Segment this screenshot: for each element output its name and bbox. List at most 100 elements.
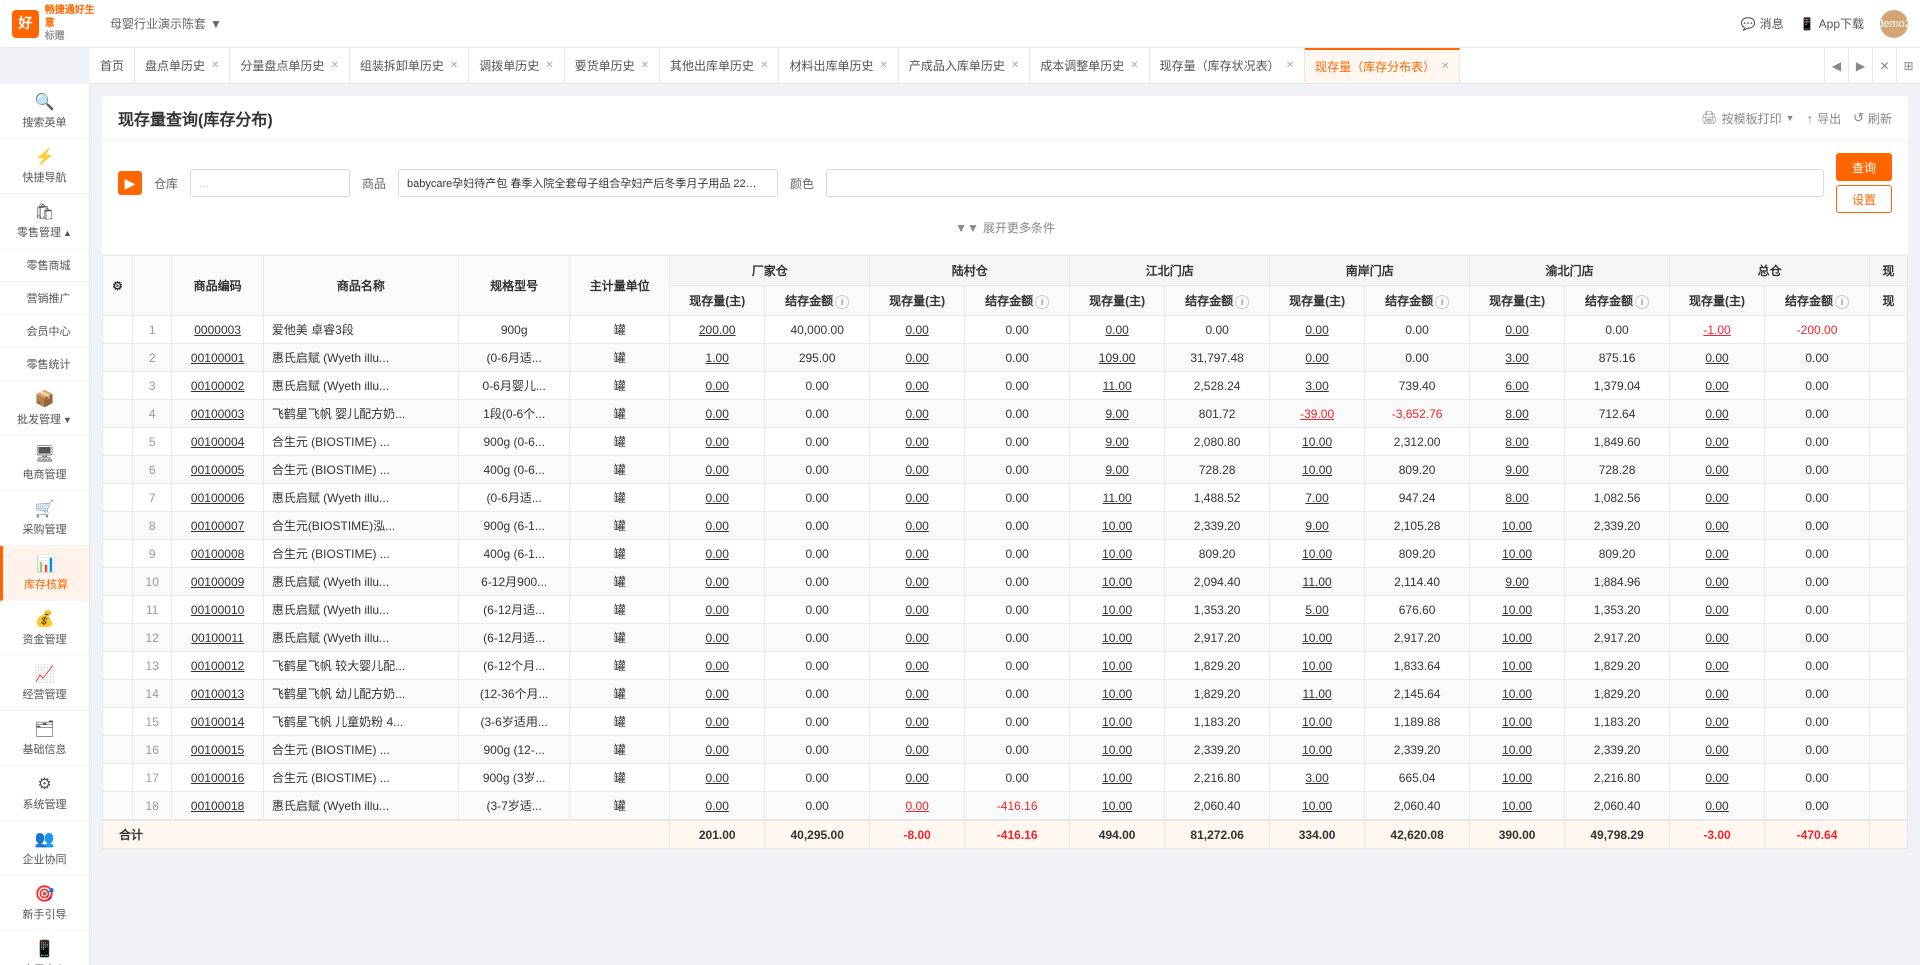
nanan-stock-cell[interactable]: 0.00 bbox=[1270, 316, 1365, 344]
sidebar-item-collab[interactable]: 👥 企业协同 bbox=[0, 821, 89, 876]
product-code-cell[interactable]: 00100008 bbox=[172, 540, 263, 568]
tab-close-icon[interactable]: ✕ bbox=[641, 60, 649, 71]
yubeimen-stock-cell[interactable]: 3.00 bbox=[1470, 344, 1565, 372]
product-code-cell[interactable]: 00100012 bbox=[172, 652, 263, 680]
message-btn[interactable]: 💬 消息 bbox=[1741, 15, 1784, 32]
filter-toggle-btn[interactable]: ▶ bbox=[118, 171, 142, 195]
total-stock-cell[interactable]: 0.00 bbox=[1670, 792, 1765, 821]
nanan-stock-cell[interactable]: 10.00 bbox=[1270, 428, 1365, 456]
tab-close-all-btn[interactable]: ✕ bbox=[1872, 48, 1896, 84]
yubeimen-stock-cell[interactable]: 10.00 bbox=[1470, 736, 1565, 764]
total-stock-cell[interactable]: 0.00 bbox=[1670, 652, 1765, 680]
product-input[interactable]: babycare孕妇待产包 春季入院全套母子组合孕妇产后冬季月子用品 22件套 … bbox=[398, 169, 778, 197]
tab-stock-dist[interactable]: 现存量（库存分布表） ✕ bbox=[1305, 48, 1460, 84]
info-icon[interactable]: i bbox=[1635, 295, 1649, 309]
yubeimen-stock-cell[interactable]: 10.00 bbox=[1470, 596, 1565, 624]
jiangbei-stock-cell[interactable]: 9.00 bbox=[1070, 456, 1165, 484]
tab-next-btn[interactable]: ▶ bbox=[1848, 48, 1872, 84]
tab-close-icon[interactable]: ✕ bbox=[211, 60, 219, 71]
yubeimen-stock-cell[interactable]: 10.00 bbox=[1470, 792, 1565, 821]
tab-close-icon[interactable]: ✕ bbox=[879, 60, 887, 71]
factory-stock-cell[interactable]: 0.00 bbox=[670, 680, 765, 708]
tab-stock-sub[interactable]: 分量盘点单历史 ✕ bbox=[230, 48, 349, 84]
lucheng-stock-cell[interactable]: 0.00 bbox=[870, 512, 965, 540]
factory-stock-cell[interactable]: 0.00 bbox=[670, 652, 765, 680]
jiangbei-stock-cell[interactable]: 10.00 bbox=[1070, 512, 1165, 540]
product-code-cell[interactable]: 00100011 bbox=[172, 624, 263, 652]
factory-stock-cell[interactable]: 0.00 bbox=[670, 764, 765, 792]
yubeimen-stock-cell[interactable]: 8.00 bbox=[1470, 484, 1565, 512]
tab-group[interactable]: 组装拆卸单历史 ✕ bbox=[350, 48, 469, 84]
total-stock-cell[interactable]: 0.00 bbox=[1670, 512, 1765, 540]
total-stock-cell[interactable]: 0.00 bbox=[1670, 736, 1765, 764]
factory-stock-cell[interactable]: 0.00 bbox=[670, 736, 765, 764]
jiangbei-stock-cell[interactable]: 10.00 bbox=[1070, 792, 1165, 821]
total-stock-cell[interactable]: 0.00 bbox=[1670, 456, 1765, 484]
total-stock-cell[interactable]: 0.00 bbox=[1670, 344, 1765, 372]
info-icon[interactable]: i bbox=[1435, 295, 1449, 309]
total-stock-cell[interactable]: 0.00 bbox=[1670, 596, 1765, 624]
jiangbei-stock-cell[interactable]: 0.00 bbox=[1070, 316, 1165, 344]
expand-conditions-btn[interactable]: ▼▼ 展开更多条件 bbox=[118, 213, 1892, 242]
export-btn[interactable]: ↑ 导出 bbox=[1807, 110, 1842, 127]
sidebar-item-appcenter[interactable]: 📱 应用中心 bbox=[0, 931, 89, 965]
tab-stock-single[interactable]: 盘点单历史 ✕ bbox=[135, 48, 230, 84]
sidebar-item-search[interactable]: 🔍 搜索英单 bbox=[0, 84, 89, 139]
nanan-stock-cell[interactable]: 10.00 bbox=[1270, 792, 1365, 821]
info-icon[interactable]: i bbox=[835, 295, 849, 309]
sidebar-item-member[interactable]: 会员中心 bbox=[0, 315, 89, 348]
tab-close-icon[interactable]: ✕ bbox=[1130, 60, 1138, 71]
total-stock-cell[interactable]: 0.00 bbox=[1670, 540, 1765, 568]
tab-stock-status[interactable]: 现存量（库存状况表） ✕ bbox=[1150, 48, 1305, 84]
lucheng-stock-cell[interactable]: 0.00 bbox=[870, 792, 965, 821]
product-code-cell[interactable]: 00100006 bbox=[172, 484, 263, 512]
jiangbei-stock-cell[interactable]: 11.00 bbox=[1070, 484, 1165, 512]
tab-close-icon[interactable]: ✕ bbox=[545, 60, 553, 71]
jiangbei-stock-cell[interactable]: 10.00 bbox=[1070, 652, 1165, 680]
lucheng-stock-cell[interactable]: 0.00 bbox=[870, 400, 965, 428]
nanan-stock-cell[interactable]: 10.00 bbox=[1270, 624, 1365, 652]
factory-stock-cell[interactable]: 0.00 bbox=[670, 400, 765, 428]
refresh-btn[interactable]: ↺ 刷新 bbox=[1853, 110, 1892, 127]
sidebar-item-system[interactable]: ⚙ 系统管理 bbox=[0, 766, 89, 821]
tab-requisition[interactable]: 要货单历史 ✕ bbox=[565, 48, 660, 84]
factory-stock-cell[interactable]: 0.00 bbox=[670, 624, 765, 652]
factory-stock-cell[interactable]: 0.00 bbox=[670, 568, 765, 596]
jiangbei-stock-cell[interactable]: 10.00 bbox=[1070, 596, 1165, 624]
sidebar-item-ops[interactable]: 📈 经营管理 bbox=[0, 656, 89, 711]
nanan-stock-cell[interactable]: 11.00 bbox=[1270, 568, 1365, 596]
total-stock-cell[interactable]: 0.00 bbox=[1670, 484, 1765, 512]
product-code-cell[interactable]: 00100018 bbox=[172, 792, 263, 821]
product-code-cell[interactable]: 0000003 bbox=[172, 316, 263, 344]
print-btn[interactable]: 🖨 按模板打印 ▼ bbox=[1701, 110, 1794, 127]
yubeimen-stock-cell[interactable]: 9.00 bbox=[1470, 568, 1565, 596]
yubeimen-stock-cell[interactable]: 10.00 bbox=[1470, 540, 1565, 568]
tab-close-icon[interactable]: ✕ bbox=[330, 60, 338, 71]
factory-stock-cell[interactable]: 0.00 bbox=[670, 456, 765, 484]
factory-stock-cell[interactable]: 0.00 bbox=[670, 708, 765, 736]
tab-close-icon[interactable]: ✕ bbox=[1441, 61, 1449, 72]
sidebar-item-ecommerce[interactable]: 🖥 电商管理 bbox=[0, 436, 89, 491]
product-code-cell[interactable]: 00100003 bbox=[172, 400, 263, 428]
product-code-cell[interactable]: 00100005 bbox=[172, 456, 263, 484]
factory-stock-cell[interactable]: 1.00 bbox=[670, 344, 765, 372]
total-stock-cell[interactable]: 0.00 bbox=[1670, 568, 1765, 596]
yubeimen-stock-cell[interactable]: 10.00 bbox=[1470, 680, 1565, 708]
tab-transfer[interactable]: 调拨单历史 ✕ bbox=[469, 48, 564, 84]
jiangbei-stock-cell[interactable]: 9.00 bbox=[1070, 428, 1165, 456]
yubeimen-stock-cell[interactable]: 10.00 bbox=[1470, 624, 1565, 652]
total-stock-cell[interactable]: 0.00 bbox=[1670, 680, 1765, 708]
jiangbei-stock-cell[interactable]: 109.00 bbox=[1070, 344, 1165, 372]
factory-stock-cell[interactable]: 0.00 bbox=[670, 484, 765, 512]
nanan-stock-cell[interactable]: 5.00 bbox=[1270, 596, 1365, 624]
product-code-cell[interactable]: 00100015 bbox=[172, 736, 263, 764]
lucheng-stock-cell[interactable]: 0.00 bbox=[870, 484, 965, 512]
info-icon[interactable]: i bbox=[1035, 295, 1049, 309]
total-stock-cell[interactable]: 0.00 bbox=[1670, 624, 1765, 652]
nanan-stock-cell[interactable]: 10.00 bbox=[1270, 736, 1365, 764]
lucheng-stock-cell[interactable]: 0.00 bbox=[870, 596, 965, 624]
factory-stock-cell[interactable]: 0.00 bbox=[670, 596, 765, 624]
factory-stock-cell[interactable]: 0.00 bbox=[670, 540, 765, 568]
product-code-cell[interactable]: 00100013 bbox=[172, 680, 263, 708]
total-stock-cell[interactable]: 0.00 bbox=[1670, 400, 1765, 428]
